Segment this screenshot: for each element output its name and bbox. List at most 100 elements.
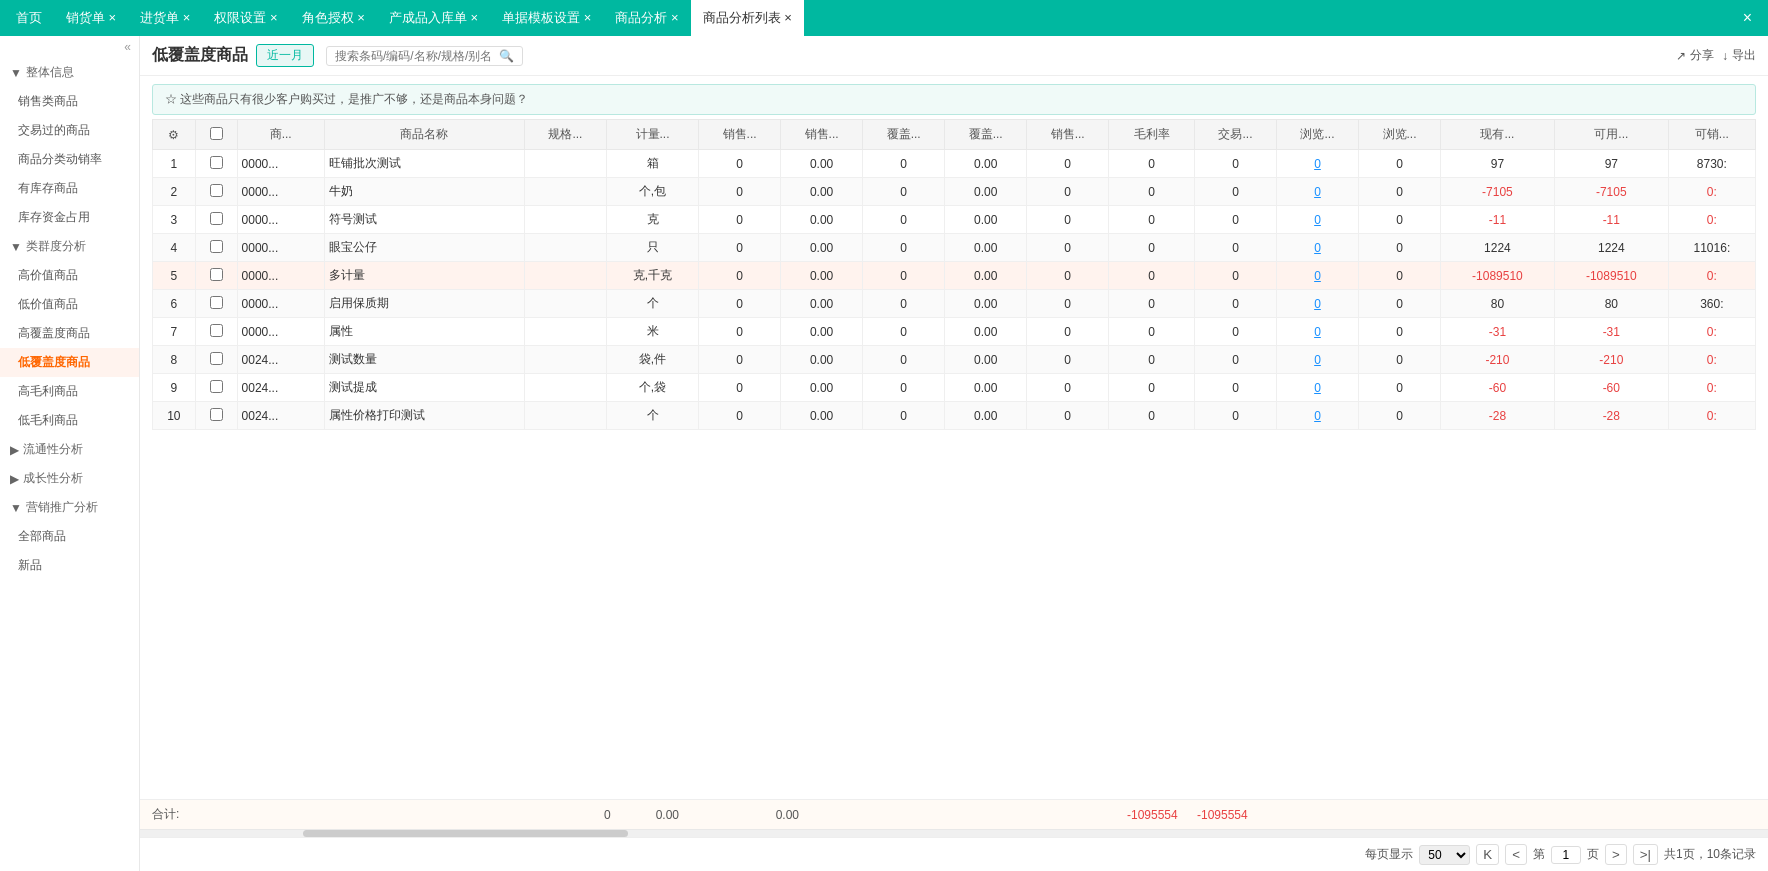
row-cov1: 0 (863, 150, 945, 178)
share-button[interactable]: ↗ 分享 (1676, 47, 1714, 64)
row-sales1: 0 (699, 150, 781, 178)
sidebar-item-all-goods[interactable]: 全部商品 (0, 522, 139, 551)
horizontal-scrollbar[interactable] (140, 829, 1768, 837)
sidebar-item-high-coverage[interactable]: 高覆盖度商品 (0, 319, 139, 348)
prev-page-button[interactable]: < (1505, 844, 1527, 865)
row-code: 0000... (237, 234, 324, 262)
nav-production[interactable]: 产成品入库单 × (377, 0, 490, 36)
sidebar-section-flow[interactable]: ▶ 流通性分析 (0, 435, 139, 464)
col-sales1[interactable]: 销售... (699, 120, 781, 150)
row-browse1[interactable]: 0 (1276, 402, 1358, 430)
row-checkbox[interactable] (195, 290, 237, 318)
content-area: 低覆盖度商品 近一月 🔍 ↗ 分享 ↓ 导出 ☆ 这些商品只有很少客户购买过，是… (140, 36, 1768, 871)
sidebar-item-high-margin[interactable]: 高毛利商品 (0, 377, 139, 406)
row-checkbox[interactable] (195, 262, 237, 290)
row-sales2: 0.00 (781, 402, 863, 430)
select-all-checkbox[interactable] (210, 127, 223, 140)
last-page-button[interactable]: >| (1633, 844, 1658, 865)
nav-template[interactable]: 单据模板设置 × (490, 0, 603, 36)
row-checkbox[interactable] (195, 206, 237, 234)
page-suffix-label: 页 (1587, 846, 1599, 863)
col-stock2[interactable]: 可用... (1554, 120, 1668, 150)
row-browse1[interactable]: 0 (1276, 290, 1358, 318)
row-browse1[interactable]: 0 (1276, 318, 1358, 346)
col-sales2[interactable]: 销售... (781, 120, 863, 150)
export-button[interactable]: ↓ 导出 (1722, 47, 1756, 64)
row-browse1[interactable]: 0 (1276, 178, 1358, 206)
col-gross[interactable]: 毛利率 (1109, 120, 1195, 150)
search-icon[interactable]: 🔍 (499, 49, 514, 63)
col-cov2[interactable]: 覆盖... (945, 120, 1027, 150)
scrollbar-thumb[interactable] (303, 830, 629, 837)
row-spec (524, 150, 606, 178)
row-browse1[interactable]: 0 (1276, 150, 1358, 178)
row-no: 5 (153, 262, 196, 290)
row-browse1[interactable]: 0 (1276, 262, 1358, 290)
row-no: 8 (153, 346, 196, 374)
col-spec[interactable]: 规格... (524, 120, 606, 150)
nav-permissions[interactable]: 权限设置 × (202, 0, 289, 36)
col-name[interactable]: 商品名称 (324, 120, 524, 150)
col-cov1[interactable]: 覆盖... (863, 120, 945, 150)
col-unit[interactable]: 计量... (606, 120, 698, 150)
row-browse1[interactable]: 0 (1276, 234, 1358, 262)
sidebar-item-traded-goods[interactable]: 交易过的商品 (0, 116, 139, 145)
row-browse1[interactable]: 0 (1276, 374, 1358, 402)
nav-sales[interactable]: 销货单 × (54, 0, 128, 36)
nav-analysis[interactable]: 商品分析 × (603, 0, 690, 36)
sidebar-item-stocked-goods[interactable]: 有库存商品 (0, 174, 139, 203)
col-browse2[interactable]: 浏览... (1359, 120, 1441, 150)
row-code: 0024... (237, 346, 324, 374)
row-checkbox[interactable] (195, 234, 237, 262)
col-sales3[interactable]: 销售... (1027, 120, 1109, 150)
table-wrapper[interactable]: ⚙ 商... 商品名称 规格... 计量... 销售... 销售... 覆盖..… (140, 119, 1768, 799)
row-browse1[interactable]: 0 (1276, 346, 1358, 374)
col-stock3[interactable]: 可销... (1668, 120, 1755, 150)
sidebar-item-low-value[interactable]: 低价值商品 (0, 290, 139, 319)
row-checkbox[interactable] (195, 374, 237, 402)
row-checkbox[interactable] (195, 150, 237, 178)
col-browse1[interactable]: 浏览... (1276, 120, 1358, 150)
next-page-button[interactable]: > (1605, 844, 1627, 865)
row-checkbox[interactable] (195, 346, 237, 374)
row-stock1: 80 (1441, 290, 1555, 318)
sidebar-section-overall[interactable]: ▼ 整体信息 (0, 58, 139, 87)
sidebar-item-category-rate[interactable]: 商品分类动销率 (0, 145, 139, 174)
row-stock3: 0: (1668, 374, 1755, 402)
row-stock1: 1224 (1441, 234, 1555, 262)
sidebar-section-marketing[interactable]: ▼ 营销推广分析 (0, 493, 139, 522)
row-checkbox[interactable] (195, 178, 237, 206)
row-browse1[interactable]: 0 (1276, 206, 1358, 234)
filter-recent-month-button[interactable]: 近一月 (256, 44, 314, 67)
search-box: 🔍 (326, 46, 523, 66)
search-input[interactable] (335, 49, 495, 63)
row-checkbox[interactable] (195, 318, 237, 346)
col-code[interactable]: 商... (237, 120, 324, 150)
pagination: 每页显示 50 100 200 K < 第 页 > >| 共1页，10条记录 (140, 837, 1768, 871)
sidebar-item-low-margin[interactable]: 低毛利商品 (0, 406, 139, 435)
sidebar-item-low-coverage[interactable]: 低覆盖度商品 (0, 348, 139, 377)
sidebar-section-cluster[interactable]: ▼ 类群度分析 (0, 232, 139, 261)
nav-purchase[interactable]: 进货单 × (128, 0, 202, 36)
sidebar-collapse-button[interactable]: « (0, 36, 139, 58)
row-checkbox[interactable] (195, 402, 237, 430)
nav-analysis-list[interactable]: 商品分析列表 × (691, 0, 804, 36)
nav-home[interactable]: 首页 (4, 0, 54, 36)
nav-roles[interactable]: 角色授权 × (290, 0, 377, 36)
first-page-button[interactable]: K (1476, 844, 1499, 865)
row-stock1: -60 (1441, 374, 1555, 402)
row-code: 0000... (237, 178, 324, 206)
page-number-input[interactable] (1551, 846, 1581, 864)
col-stock1[interactable]: 现有... (1441, 120, 1555, 150)
sidebar-section-growth[interactable]: ▶ 成长性分析 (0, 464, 139, 493)
col-checkbox[interactable] (195, 120, 237, 150)
per-page-select[interactable]: 50 100 200 (1419, 845, 1470, 865)
sidebar-item-high-value[interactable]: 高价值商品 (0, 261, 139, 290)
col-trade[interactable]: 交易... (1194, 120, 1276, 150)
sidebar-item-new-goods[interactable]: 新品 (0, 551, 139, 580)
close-button[interactable]: × (1731, 9, 1764, 27)
row-sales3: 0 (1027, 262, 1109, 290)
sidebar-item-sales-goods[interactable]: 销售类商品 (0, 87, 139, 116)
col-settings[interactable]: ⚙ (153, 120, 196, 150)
sidebar-item-inventory-capital[interactable]: 库存资金占用 (0, 203, 139, 232)
